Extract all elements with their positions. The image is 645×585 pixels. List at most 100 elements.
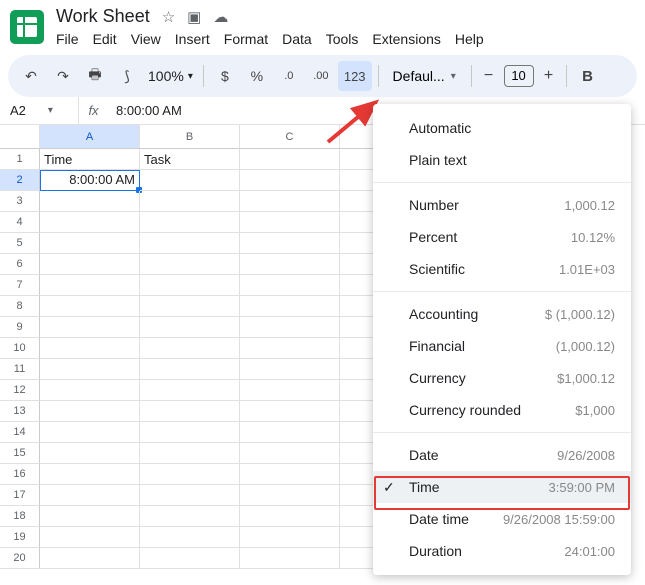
- cell-a13[interactable]: [40, 401, 140, 422]
- menu-tools[interactable]: Tools: [326, 31, 359, 47]
- increase-font-button[interactable]: +: [538, 67, 560, 85]
- cell-b15[interactable]: [140, 443, 240, 464]
- cell-b6[interactable]: [140, 254, 240, 275]
- cell-c15[interactable]: [240, 443, 340, 464]
- menu-format[interactable]: Format: [224, 31, 268, 47]
- cell-b11[interactable]: [140, 359, 240, 380]
- cell-c11[interactable]: [240, 359, 340, 380]
- menu-data[interactable]: Data: [282, 31, 312, 47]
- cell-b18[interactable]: [140, 506, 240, 527]
- format-option-date-time[interactable]: Date time9/26/2008 15:59:00: [373, 503, 631, 535]
- col-header-b[interactable]: B: [140, 125, 240, 149]
- row-header[interactable]: 8: [0, 296, 40, 317]
- cell-a20[interactable]: [40, 548, 140, 569]
- font-size-input[interactable]: 10: [504, 65, 534, 87]
- cell-a4[interactable]: [40, 212, 140, 233]
- row-header[interactable]: 20: [0, 548, 40, 569]
- bold-button[interactable]: B: [573, 61, 603, 91]
- cell-b9[interactable]: [140, 317, 240, 338]
- menu-view[interactable]: View: [131, 31, 161, 47]
- cell-c1[interactable]: [240, 149, 340, 170]
- document-title[interactable]: Work Sheet: [56, 6, 150, 27]
- cell-c9[interactable]: [240, 317, 340, 338]
- menu-extensions[interactable]: Extensions: [372, 31, 440, 47]
- row-header[interactable]: 4: [0, 212, 40, 233]
- cell-b8[interactable]: [140, 296, 240, 317]
- format-option-scientific[interactable]: Scientific1.01E+03: [373, 253, 631, 285]
- more-formats-button[interactable]: 123: [338, 61, 372, 91]
- formula-input[interactable]: 8:00:00 AM: [108, 103, 182, 118]
- row-header[interactable]: 12: [0, 380, 40, 401]
- cell-a3[interactable]: [40, 191, 140, 212]
- cell-c13[interactable]: [240, 401, 340, 422]
- cell-a7[interactable]: [40, 275, 140, 296]
- cell-a16[interactable]: [40, 464, 140, 485]
- row-header[interactable]: 10: [0, 338, 40, 359]
- row-header[interactable]: 11: [0, 359, 40, 380]
- row-header[interactable]: 2: [0, 170, 40, 191]
- row-header[interactable]: 19: [0, 527, 40, 548]
- cell-a18[interactable]: [40, 506, 140, 527]
- format-option-accounting[interactable]: Accounting$ (1,000.12): [373, 298, 631, 330]
- cell-b12[interactable]: [140, 380, 240, 401]
- cell-c3[interactable]: [240, 191, 340, 212]
- cell-a14[interactable]: [40, 422, 140, 443]
- cell-b16[interactable]: [140, 464, 240, 485]
- row-header[interactable]: 5: [0, 233, 40, 254]
- menu-insert[interactable]: Insert: [175, 31, 210, 47]
- row-header[interactable]: 14: [0, 422, 40, 443]
- format-option-time[interactable]: ✓Time3:59:00 PM: [373, 471, 631, 503]
- cell-a17[interactable]: [40, 485, 140, 506]
- row-header[interactable]: 18: [0, 506, 40, 527]
- undo-icon[interactable]: ↶: [16, 61, 46, 91]
- row-header[interactable]: 13: [0, 401, 40, 422]
- cell-b19[interactable]: [140, 527, 240, 548]
- cell-c16[interactable]: [240, 464, 340, 485]
- cell-b20[interactable]: [140, 548, 240, 569]
- row-header[interactable]: 15: [0, 443, 40, 464]
- row-header[interactable]: 16: [0, 464, 40, 485]
- cell-b1[interactable]: Task: [140, 149, 240, 170]
- cell-a1[interactable]: Time: [40, 149, 140, 170]
- cell-b13[interactable]: [140, 401, 240, 422]
- cell-c10[interactable]: [240, 338, 340, 359]
- col-header-c[interactable]: C: [240, 125, 340, 149]
- cell-b7[interactable]: [140, 275, 240, 296]
- cell-a5[interactable]: [40, 233, 140, 254]
- format-option-number[interactable]: Number1,000.12: [373, 189, 631, 221]
- cell-b3[interactable]: [140, 191, 240, 212]
- zoom-select[interactable]: 100%▾: [144, 68, 197, 84]
- format-option-automatic[interactable]: Automatic: [373, 112, 631, 144]
- cell-c6[interactable]: [240, 254, 340, 275]
- cloud-icon[interactable]: ☁: [213, 8, 228, 26]
- row-header[interactable]: 9: [0, 317, 40, 338]
- name-box[interactable]: A2▾: [0, 103, 78, 118]
- row-header[interactable]: 1: [0, 149, 40, 170]
- format-option-financial[interactable]: Financial(1,000.12): [373, 330, 631, 362]
- star-icon[interactable]: ☆: [162, 8, 175, 26]
- format-option-currency[interactable]: Currency$1,000.12: [373, 362, 631, 394]
- cell-a10[interactable]: [40, 338, 140, 359]
- percent-button[interactable]: %: [242, 61, 272, 91]
- format-option-currency-rounded[interactable]: Currency rounded$1,000: [373, 394, 631, 426]
- print-icon[interactable]: 🖶: [80, 61, 110, 91]
- paint-format-icon[interactable]: ⟆: [112, 61, 142, 91]
- cell-b2[interactable]: [140, 170, 240, 191]
- decrease-font-button[interactable]: −: [478, 67, 500, 85]
- format-option-percent[interactable]: Percent10.12%: [373, 221, 631, 253]
- font-select[interactable]: Defaul...▾: [385, 68, 465, 84]
- cell-a19[interactable]: [40, 527, 140, 548]
- select-all-corner[interactable]: [0, 125, 40, 149]
- sheets-logo[interactable]: [10, 10, 44, 44]
- cell-b5[interactable]: [140, 233, 240, 254]
- cell-b10[interactable]: [140, 338, 240, 359]
- cell-c14[interactable]: [240, 422, 340, 443]
- format-option-date[interactable]: Date9/26/2008: [373, 439, 631, 471]
- cell-c12[interactable]: [240, 380, 340, 401]
- cell-a9[interactable]: [40, 317, 140, 338]
- cell-c4[interactable]: [240, 212, 340, 233]
- cell-a2[interactable]: 8:00:00 AM: [40, 170, 140, 191]
- row-header[interactable]: 3: [0, 191, 40, 212]
- cell-a8[interactable]: [40, 296, 140, 317]
- cell-b14[interactable]: [140, 422, 240, 443]
